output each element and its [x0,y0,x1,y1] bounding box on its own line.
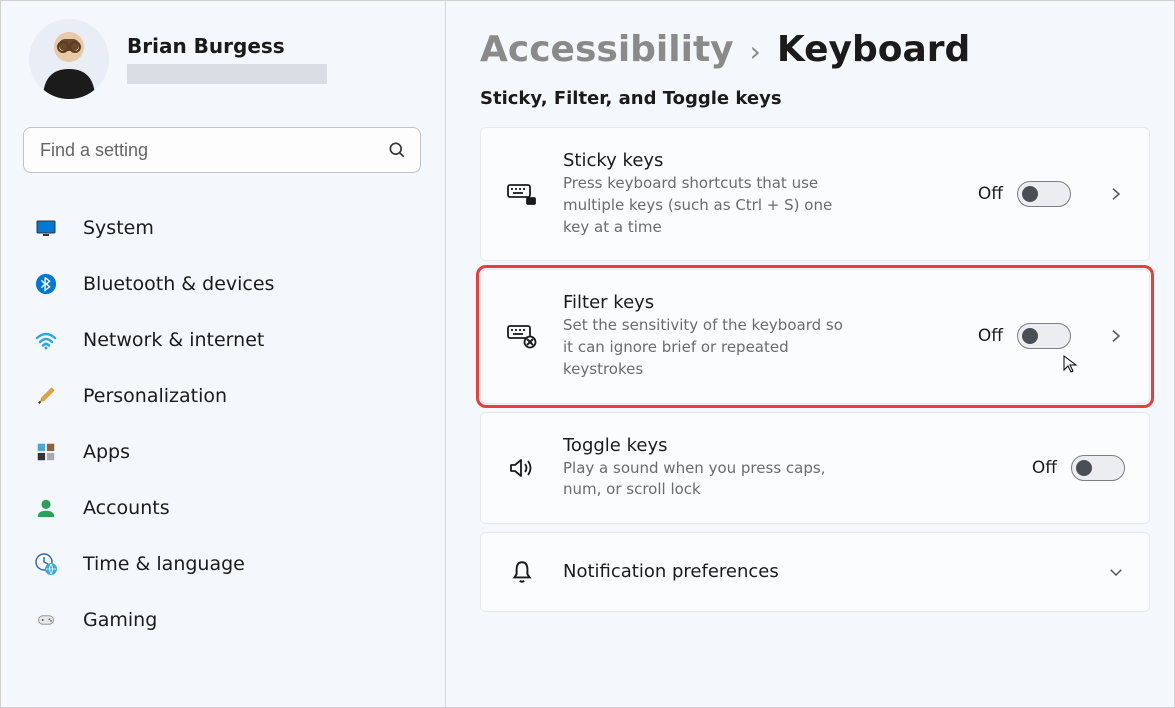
card-title: Sticky keys [563,150,853,171]
toggle-sticky-keys[interactable] [1017,181,1071,207]
speaker-icon [505,451,539,485]
person-icon [33,495,59,521]
nav-item-accounts[interactable]: Accounts [23,481,431,535]
card-desc: Play a sound when you press caps, num, o… [563,458,853,502]
toggle-state: Off [978,184,1003,204]
card-notification-preferences[interactable]: Notification preferences [480,532,1150,612]
card-controls [1085,563,1125,581]
apps-icon [33,439,59,465]
card-body: Filter keys Set the sensitivity of the k… [563,292,853,380]
bell-icon [505,555,539,589]
card-body: Notification preferences [563,561,1061,584]
card-toggle-keys[interactable]: Toggle keys Play a sound when you press … [480,412,1150,525]
nav-item-time-language[interactable]: Time & language [23,537,431,591]
page-title: Keyboard [777,29,970,70]
avatar [29,19,109,99]
card-title: Toggle keys [563,435,853,456]
profile-block[interactable]: Brian Burgess [23,19,431,99]
wifi-icon [33,327,59,353]
cursor-icon [1061,354,1081,374]
card-body: Sticky keys Press keyboard shortcuts tha… [563,150,853,238]
toggle-filter-keys[interactable] [1017,323,1071,349]
toggle-toggle-keys[interactable] [1071,455,1125,481]
card-title: Filter keys [563,292,853,313]
card-controls: Off [1032,455,1125,481]
nav-label: System [83,217,154,239]
toggle-state: Off [978,326,1003,346]
cards-list: Sticky keys Press keyboard shortcuts tha… [480,127,1150,612]
card-body: Toggle keys Play a sound when you press … [563,435,853,502]
chevron-right-icon[interactable] [1107,327,1125,345]
card-desc: Set the sensitivity of the keyboard so i… [563,315,853,380]
profile-text: Brian Burgess [127,34,327,84]
nav-item-system[interactable]: System [23,201,431,255]
nav-item-network[interactable]: Network & internet [23,313,431,367]
chevron-right-icon: › [750,35,761,68]
breadcrumb-parent[interactable]: Accessibility [480,29,734,70]
nav-label: Bluetooth & devices [83,273,274,295]
paintbrush-icon [33,383,59,409]
card-controls: Off [978,181,1125,207]
nav-label: Personalization [83,385,227,407]
keyboard-filter-icon [505,319,539,353]
nav-label: Network & internet [83,329,264,351]
card-title: Notification preferences [563,561,1061,582]
main-content: Accessibility › Keyboard Sticky, Filter,… [446,1,1174,707]
nav-label: Apps [83,441,130,463]
nav-list: System Bluetooth & devices Network & int… [23,201,431,647]
sidebar: Brian Burgess System Bluetooth & devi [1,1,446,707]
keyboard-icon [505,177,539,211]
section-title: Sticky, Filter, and Toggle keys [480,88,1150,109]
bluetooth-icon [33,271,59,297]
card-filter-keys[interactable]: Filter keys Set the sensitivity of the k… [480,269,1150,403]
nav-item-apps[interactable]: Apps [23,425,431,479]
card-desc: Press keyboard shortcuts that use multip… [563,173,853,238]
gamepad-icon [33,607,59,633]
nav-label: Accounts [83,497,170,519]
chevron-right-icon[interactable] [1107,185,1125,203]
settings-app: Brian Burgess System Bluetooth & devi [1,1,1174,707]
card-sticky-keys[interactable]: Sticky keys Press keyboard shortcuts tha… [480,127,1150,261]
display-icon [33,215,59,241]
chevron-down-icon[interactable] [1107,563,1125,581]
card-controls: Off [978,323,1125,349]
nav-label: Time & language [83,553,245,575]
nav-item-gaming[interactable]: Gaming [23,593,431,647]
search-input[interactable] [23,127,421,173]
nav-label: Gaming [83,609,157,631]
breadcrumb: Accessibility › Keyboard [480,29,1150,70]
profile-name: Brian Burgess [127,34,327,58]
profile-email-redacted [127,64,327,84]
nav-item-personalization[interactable]: Personalization [23,369,431,423]
toggle-state: Off [1032,458,1057,478]
clock-globe-icon [33,551,59,577]
search-icon [387,140,407,160]
search-wrap [23,127,421,173]
nav-item-bluetooth[interactable]: Bluetooth & devices [23,257,431,311]
